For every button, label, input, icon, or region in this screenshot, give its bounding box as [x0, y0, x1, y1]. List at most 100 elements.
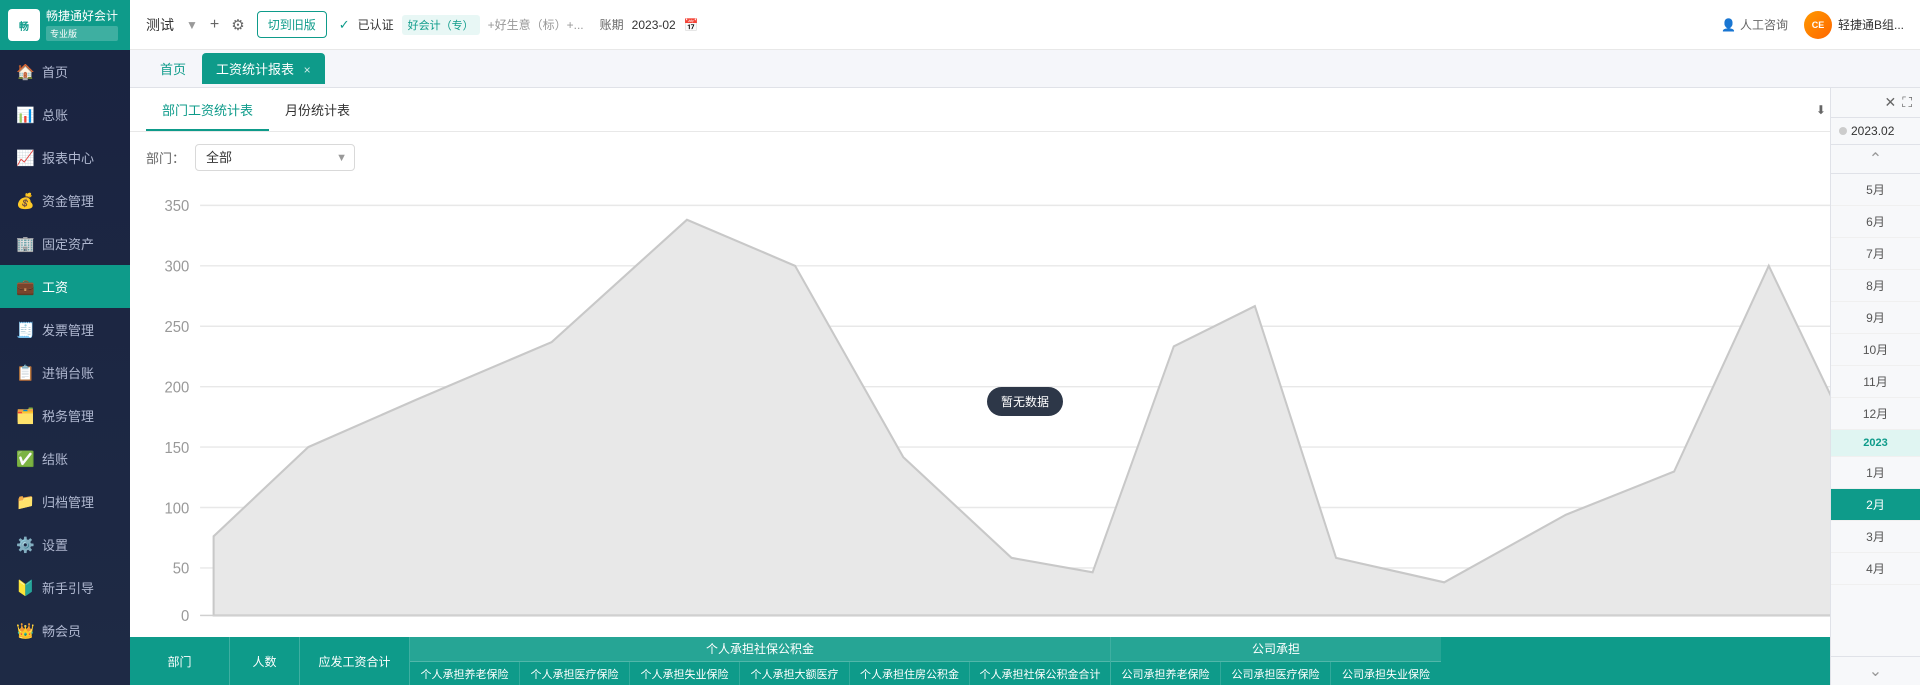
dept-select[interactable]: 全部财务部销售部技术部人事部 [195, 144, 355, 171]
sidebar-label-0: 首页 [42, 62, 68, 81]
sidebar-label-11: 设置 [42, 535, 68, 554]
sidebar-item-税务管理[interactable]: 🗂️税务管理 [0, 394, 130, 437]
user-menu[interactable]: CE 轻捷通B组... [1804, 11, 1904, 39]
sidebar-item-工资[interactable]: 💼工资 [0, 265, 130, 308]
tab-salary-label: 工资统计报表 [216, 62, 294, 77]
help-button[interactable]: 👤 人工咨询 [1721, 16, 1788, 33]
sidebar-label-7: 进销台账 [42, 363, 94, 382]
sidebar-item-固定资产[interactable]: 🏢固定资产 [0, 222, 130, 265]
help-icon: 👤 [1721, 18, 1736, 32]
sidebar-item-设置[interactable]: ⚙️设置 [0, 523, 130, 566]
sidebar-item-畅会员[interactable]: 👑 畅会员 [0, 609, 130, 652]
sidebar-item-报表中心[interactable]: 📈报表中心 [0, 136, 130, 179]
topbar-add-button[interactable]: + [210, 16, 219, 34]
nav-up-icon[interactable]: ⌃ [1869, 149, 1882, 169]
table-footer: 部门人数应发工资合计个人承担社保公积金个人承担养老保险个人承担医疗保险个人承担失… [130, 637, 1920, 685]
sidebar-icon-2: 📈 [16, 149, 34, 167]
topbar-settings-icon[interactable]: ⚙ [231, 16, 244, 34]
sidebar-item-首页[interactable]: 🏠首页 [0, 50, 130, 93]
sidebar-icon-3: 💰 [16, 192, 34, 210]
table-col-应发工资合计: 应发工资合计 [300, 637, 410, 685]
svg-text:350: 350 [164, 198, 189, 216]
sidebar-item-发票管理[interactable]: 🧾发票管理 [0, 308, 130, 351]
sidebar-icon-4: 🏢 [16, 235, 34, 253]
month-item-2月[interactable]: 2月 [1831, 489, 1920, 521]
right-panel: ✕ ⛶ 2023.02 ⌃ 5月6月7月8月9月10月11月12月20231月2… [1830, 88, 1920, 685]
sidebar-icon-1: 📊 [16, 106, 34, 124]
svg-text:150: 150 [164, 439, 189, 457]
month-item-11月[interactable]: 11月 [1831, 366, 1920, 398]
sidebar-icon-12: 🔰 [16, 579, 34, 597]
month-item-7月[interactable]: 7月 [1831, 238, 1920, 270]
panel-date-label: 2023.02 [1831, 118, 1920, 145]
table-col-group-personal: 个人承担社保公积金个人承担养老保险个人承担医疗保险个人承担失业保险个人承担大额医… [410, 637, 1111, 685]
tab-salary-report[interactable]: 工资统计报表 × [202, 53, 325, 84]
col-child-个人承担住房公积金: 个人承担住房公积金 [850, 662, 970, 685]
sub-tabs: 部门工资统计表 月份统计表 ⬇ 下载 ↻ 刷新 [130, 88, 1920, 132]
download-icon: ⬇ [1816, 103, 1826, 117]
main-area: 测试 ▼ + ⚙ 切到旧版 ✓ 已认证 好会计（专） +好生意（标）+... 账… [130, 0, 1920, 685]
month-item-3月[interactable]: 3月 [1831, 521, 1920, 553]
sidebar-item-资金管理[interactable]: 💰资金管理 [0, 179, 130, 222]
svg-text:250: 250 [164, 319, 189, 337]
calendar-icon[interactable]: 📅 [684, 18, 699, 32]
sidebar-item-结账[interactable]: ✅结账 [0, 437, 130, 480]
col-child-个人承担养老保险: 个人承担养老保险 [410, 662, 520, 685]
sidebar-label-6: 发票管理 [42, 320, 94, 339]
sidebar-label-12: 新手引导 [42, 578, 94, 597]
sidebar-icon-10: 📁 [16, 493, 34, 511]
topbar-project[interactable]: 测试 [146, 15, 174, 35]
sub-tab-monthly[interactable]: 月份统计表 [269, 90, 366, 131]
col2-child-公司承担养老保险: 公司承担养老保险 [1111, 662, 1221, 685]
month-item-5月[interactable]: 5月 [1831, 174, 1920, 206]
col-child-个人承担医疗保险: 个人承担医疗保险 [520, 662, 630, 685]
content-area: 首页 工资统计报表 × 部门工资统计表 月份统计表 ⬇ 下载 ↻ 刷 [130, 50, 1920, 685]
sidebar-item-新手引导[interactable]: 🔰 新手引导 [0, 566, 130, 609]
panel-close-icon[interactable]: ✕ [1884, 94, 1896, 111]
sidebar-item-总账[interactable]: 📊总账 [0, 93, 130, 136]
sidebar-icon-9: ✅ [16, 450, 34, 468]
sidebar-label-13: 畅会员 [42, 621, 81, 640]
col-child-个人承担失业保险: 个人承担失业保险 [630, 662, 740, 685]
svg-text:200: 200 [164, 379, 189, 397]
month-item-1月[interactable]: 1月 [1831, 457, 1920, 489]
chart-area: 350 300 250 200 150 100 50 0 暂无数据 [130, 183, 1920, 637]
sidebar-label-5: 工资 [42, 277, 68, 296]
switch-to-old-button[interactable]: 切到旧版 [257, 11, 327, 38]
tab-home[interactable]: 首页 [146, 53, 200, 84]
month-item-10月[interactable]: 10月 [1831, 334, 1920, 366]
month-item-6月[interactable]: 6月 [1831, 206, 1920, 238]
col-child-个人承担大额医疗: 个人承担大额医疗 [740, 662, 850, 685]
status-more: +好生意（标）+... [488, 16, 584, 33]
date-indicator [1839, 127, 1847, 135]
sidebar-label-10: 归档管理 [42, 492, 94, 511]
month-item-12月[interactable]: 12月 [1831, 398, 1920, 430]
sidebar-logo[interactable]: 畅 畅捷通好会计 专业版 [0, 0, 130, 50]
svg-text:0: 0 [181, 608, 189, 626]
sidebar-item-归档管理[interactable]: 📁 归档管理 [0, 480, 130, 523]
month-item-9月[interactable]: 9月 [1831, 302, 1920, 334]
topbar-dropdown-icon[interactable]: ▼ [186, 18, 198, 32]
tab-close-icon[interactable]: × [304, 63, 311, 77]
sidebar-item-进销台账[interactable]: 📋进销台账 [0, 351, 130, 394]
sidebar: 畅 畅捷通好会计 专业版 🏠首页📊总账📈报表中心💰资金管理🏢固定资产💼工资🧾发票… [0, 0, 130, 685]
dept-select-wrap: 全部财务部销售部技术部人事部 ▼ [195, 144, 355, 171]
nav-down-icon[interactable]: ⌄ [1869, 661, 1882, 681]
sidebar-icon-13: 👑 [16, 622, 34, 640]
panel-months: 5月6月7月8月9月10月11月12月20231月2月3月4月 [1831, 174, 1920, 656]
group-header: 个人承担社保公积金 [410, 637, 1110, 662]
dept-filter-label: 部门： [146, 148, 185, 167]
panel-expand-icon[interactable]: ⛶ [1902, 94, 1912, 111]
month-item-8月[interactable]: 8月 [1831, 270, 1920, 302]
right-panel-header: ✕ ⛶ [1831, 88, 1920, 118]
month-item-4月[interactable]: 4月 [1831, 553, 1920, 585]
chart-fill [214, 220, 1891, 616]
svg-text:100: 100 [164, 500, 189, 518]
certified-label: 已认证 [358, 16, 394, 33]
month-item-2023[interactable]: 2023 [1831, 430, 1920, 457]
period-value[interactable]: 2023-02 [632, 18, 676, 32]
page-content: 部门工资统计表 月份统计表 ⬇ 下载 ↻ 刷新 部门： [130, 88, 1920, 685]
help-label: 人工咨询 [1740, 16, 1788, 33]
salary-chart: 350 300 250 200 150 100 50 0 [146, 191, 1904, 637]
sub-tab-dept[interactable]: 部门工资统计表 [146, 90, 269, 131]
